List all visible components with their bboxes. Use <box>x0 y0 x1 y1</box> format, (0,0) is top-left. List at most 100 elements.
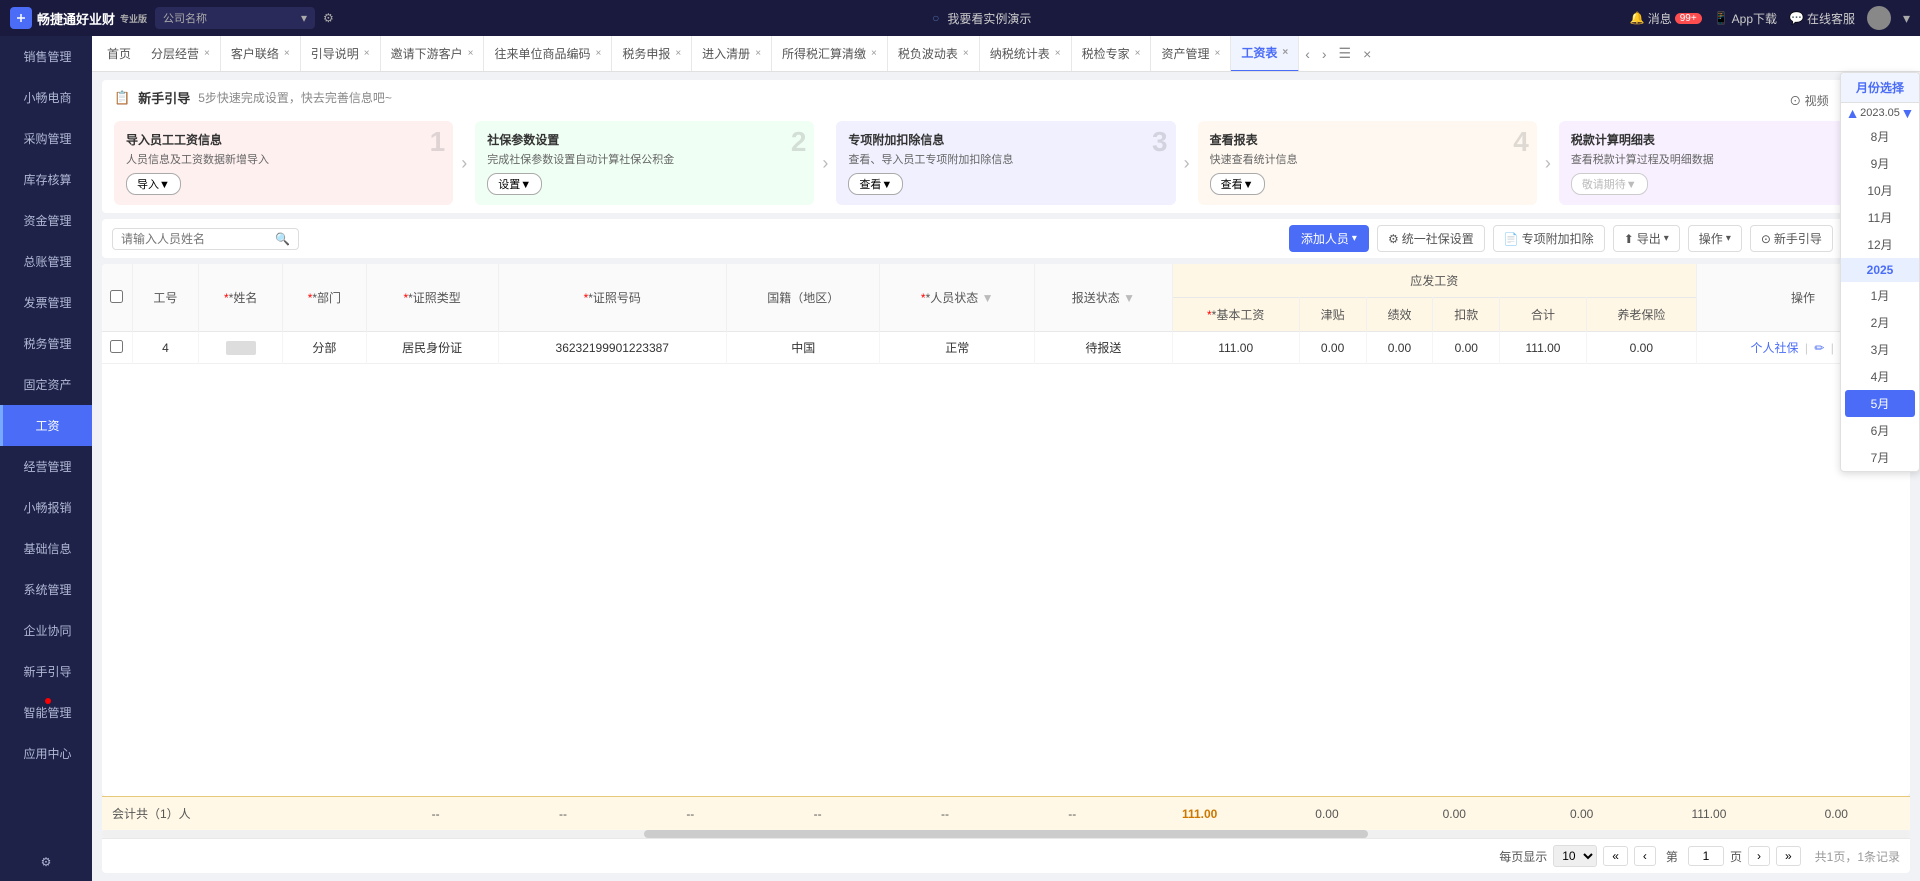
sidebar-item-ledger[interactable]: 总账管理 <box>0 241 92 282</box>
sidebar-item-inventory[interactable]: 库存核算 <box>0 159 92 200</box>
tab-close-1[interactable]: × <box>284 48 290 59</box>
month-item-11[interactable]: 11月 <box>1841 204 1919 231</box>
page-last-btn[interactable]: » <box>1776 846 1801 866</box>
tab-0[interactable]: 分层经营× <box>141 36 221 72</box>
sidebar-item-sales[interactable]: 销售管理 <box>0 36 92 77</box>
tab-7[interactable]: 所得税汇算清缴× <box>772 36 888 72</box>
tab-nav-menu[interactable]: ☰ <box>1333 45 1358 62</box>
online-service-btn[interactable]: 💬 在线客服 <box>1789 10 1855 27</box>
guide-btn[interactable]: ⊙ 新手引导 <box>1750 225 1833 252</box>
company-dropdown-icon[interactable]: ▾ <box>301 11 307 25</box>
tab-11[interactable]: 资产管理× <box>1151 36 1231 72</box>
th-dept: **部门 <box>283 264 367 332</box>
tab-6[interactable]: 进入清册× <box>692 36 772 72</box>
sidebar-item-ops[interactable]: 经营管理 <box>0 446 92 487</box>
month-item-10[interactable]: 10月 <box>1841 177 1919 204</box>
tab-close-4[interactable]: × <box>595 48 601 59</box>
tab-12[interactable]: 工资表× <box>1231 36 1299 72</box>
tab-nav-close-all[interactable]: × <box>1357 46 1377 62</box>
tab-3[interactable]: 邀请下游客户× <box>381 36 485 72</box>
sidebar-item-ecommerce[interactable]: 小畅电商 <box>0 77 92 118</box>
sidebar-item-finance[interactable]: 资金管理 <box>0 200 92 241</box>
page-input[interactable] <box>1688 846 1724 866</box>
notification-btn[interactable]: 🔔 消息 99+ <box>1630 10 1702 27</box>
app-download-btn[interactable]: 📱 App下载 <box>1714 10 1777 27</box>
page-size-select[interactable]: 10 <box>1553 845 1597 867</box>
month-item-4[interactable]: 4月 <box>1841 363 1919 390</box>
row-select-checkbox[interactable] <box>110 340 123 353</box>
month-item-5[interactable]: 5月 <box>1845 390 1915 417</box>
tab-9[interactable]: 纳税统计表× <box>980 36 1072 72</box>
sidebar-item-salary[interactable]: 工资 <box>0 405 92 446</box>
sidebar-item-basic[interactable]: 基础信息 <box>0 528 92 569</box>
export-btn[interactable]: ⬆ 导出 ▾ <box>1613 225 1680 252</box>
tab-close-9[interactable]: × <box>1055 48 1061 59</box>
user-menu-icon[interactable]: ▾ <box>1903 10 1910 27</box>
tab-close-6[interactable]: × <box>755 48 761 59</box>
tab-close-10[interactable]: × <box>1135 48 1141 59</box>
tab-2[interactable]: 引导说明× <box>301 36 381 72</box>
row-op-social[interactable]: 个人社保 <box>1750 341 1798 355</box>
tab-close-5[interactable]: × <box>675 48 681 59</box>
month-year-up-btn[interactable]: ▲ <box>1845 105 1860 121</box>
sidebar-item-ai[interactable]: 智能管理 <box>0 692 92 733</box>
select-all-checkbox[interactable] <box>110 290 123 303</box>
sidebar-gear-btn[interactable]: ⚙ <box>0 843 92 881</box>
month-item-3[interactable]: 3月 <box>1841 336 1919 363</box>
tab-close-7[interactable]: × <box>871 48 877 59</box>
tab-5[interactable]: 税务申报× <box>612 36 692 72</box>
horizontal-scrollbar[interactable] <box>102 830 1910 838</box>
special-deduction-btn[interactable]: 📄 专项附加扣除 <box>1493 225 1605 252</box>
add-person-btn[interactable]: 添加人员 ▾ <box>1289 225 1369 252</box>
tab-close-11[interactable]: × <box>1214 48 1220 59</box>
tab-close-8[interactable]: × <box>963 48 969 59</box>
month-item-8[interactable]: 8月 <box>1841 123 1919 150</box>
sidebar-item-invoice[interactable]: 发票管理 <box>0 282 92 323</box>
page-prev-btn[interactable]: ‹ <box>1634 846 1656 866</box>
tab-close-3[interactable]: × <box>468 48 474 59</box>
sidebar-item-system[interactable]: 系统管理 <box>0 569 92 610</box>
tab-1[interactable]: 客户联络× <box>221 36 301 72</box>
month-year-2025[interactable]: 2025 <box>1841 258 1919 282</box>
tab-10[interactable]: 税检专家× <box>1072 36 1152 72</box>
month-item-1[interactable]: 1月 <box>1841 282 1919 309</box>
sidebar-item-appcenter[interactable]: 应用中心 <box>0 733 92 774</box>
guide-step-1-btn[interactable]: 导入▼ <box>126 173 181 195</box>
tab-home[interactable]: 首页 <box>97 45 141 62</box>
month-item-12[interactable]: 12月 <box>1841 231 1919 258</box>
tab-4[interactable]: 往来单位商品编码× <box>484 36 612 72</box>
page-first-btn[interactable]: « <box>1603 846 1628 866</box>
unified-setting-btn[interactable]: ⚙ 统一社保设置 <box>1377 225 1485 252</box>
row-op-edit[interactable]: ✏ <box>1814 341 1824 355</box>
month-item-2[interactable]: 2月 <box>1841 309 1919 336</box>
month-item-6[interactable]: 6月 <box>1841 417 1919 444</box>
sidebar-item-guide[interactable]: 新手引导 <box>0 651 92 692</box>
sidebar-item-expense[interactable]: 小畅报销 <box>0 487 92 528</box>
tab-close-12[interactable]: × <box>1282 47 1288 58</box>
guide-step-2-btn[interactable]: 设置▼ <box>487 173 542 195</box>
sidebar-item-collab[interactable]: 企业协同 <box>0 610 92 651</box>
operation-btn[interactable]: 操作 ▾ <box>1688 225 1742 252</box>
tab-nav-prev[interactable]: ‹ <box>1299 46 1316 62</box>
tab-8[interactable]: 税负波动表× <box>888 36 980 72</box>
sidebar-item-assets[interactable]: 固定资产 <box>0 364 92 405</box>
tab-close-0[interactable]: × <box>204 48 210 59</box>
sidebar-item-purchase[interactable]: 采购管理 <box>0 118 92 159</box>
tab-close-2[interactable]: × <box>364 48 370 59</box>
search-icon[interactable]: 🔍 <box>275 232 290 246</box>
guide-step-3-btn[interactable]: 查看▼ <box>848 173 903 195</box>
month-item-7[interactable]: 7月 <box>1841 444 1919 471</box>
month-year-down-btn[interactable]: ▼ <box>1900 105 1915 121</box>
month-item-9[interactable]: 9月 <box>1841 150 1919 177</box>
demo-link[interactable]: ○ 我要看实例演示 <box>932 10 1031 27</box>
tab-nav-next[interactable]: › <box>1316 46 1333 62</box>
sidebar-item-tax[interactable]: 税务管理 <box>0 323 92 364</box>
page-next-btn[interactable]: › <box>1748 846 1770 866</box>
row-basicwage: 111.00 <box>1172 332 1299 364</box>
guide-video-btn[interactable]: ⊙ 视频 <box>1789 92 1828 109</box>
settings-icon[interactable]: ⚙ <box>323 11 334 25</box>
guide-step-4-btn[interactable]: 查看▼ <box>1210 173 1265 195</box>
guide-step-5-btn[interactable]: 敬请期待▼ <box>1571 173 1648 195</box>
user-avatar[interactable] <box>1867 6 1891 30</box>
search-input[interactable] <box>121 232 271 246</box>
